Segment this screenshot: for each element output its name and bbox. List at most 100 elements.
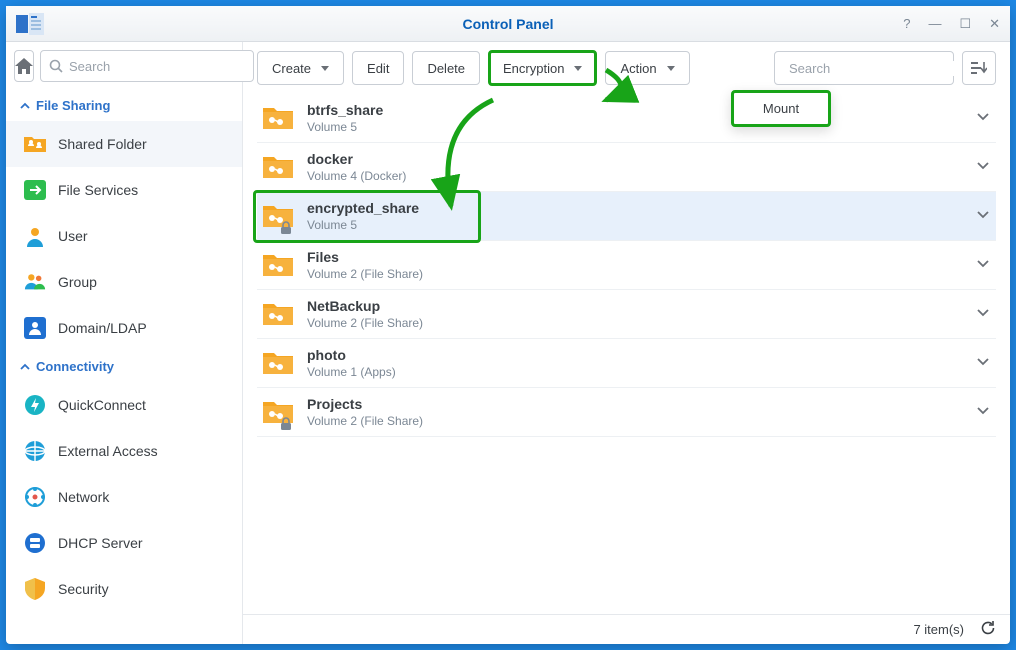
share-folder-icon [263,154,293,180]
share-folder-icon [263,252,293,278]
share-folder-icon [263,350,293,376]
titlebar: Control Panel ? — ☐ ✕ [6,6,1010,42]
folder-name: Projects [307,396,962,412]
group-icon [24,271,46,293]
sidebar-item-label: Group [58,274,228,290]
folder-name: docker [307,151,962,167]
sidebar-section-heading[interactable]: File Sharing [6,90,242,121]
network-icon [24,486,46,508]
maximize-button[interactable]: ☐ [959,16,971,32]
external-access-icon [24,440,46,462]
create-button[interactable]: Create [257,51,344,85]
folder-sub: Volume 2 (File Share) [307,267,962,281]
sidebar-item-network[interactable]: Network [6,474,242,520]
sidebar-item-dhcp-server[interactable]: DHCP Server [6,520,242,566]
folder-row[interactable]: NetBackup Volume 2 (File Share) [257,290,996,339]
chevron-down-icon[interactable] [976,109,990,127]
user-icon [24,225,46,247]
sort-icon [971,61,987,75]
chevron-down-icon[interactable] [976,158,990,176]
chevron-up-icon [20,101,30,111]
edit-button[interactable]: Edit [352,51,404,85]
sidebar-item-label: Security [58,581,228,597]
action-button[interactable]: Action [605,51,689,85]
sidebar-item-label: External Access [58,443,228,459]
sidebar-item-label: DHCP Server [58,535,228,551]
sidebar-item-label: File Services [58,182,228,198]
chevron-up-icon [20,362,30,372]
sidebar: File Sharing Shared Folder File Services Us… [6,42,243,644]
sidebar-search-input[interactable] [69,59,245,74]
folder-row[interactable]: btrfs_share Volume 5 [257,94,996,143]
folder-sub: Volume 2 (File Share) [307,316,962,330]
sidebar-item-label: Network [58,489,228,505]
home-icon [15,58,33,74]
toolbar-search[interactable] [774,51,954,85]
refresh-icon [980,620,996,636]
share-folder-icon [263,301,293,327]
folder-row[interactable]: Projects Volume 2 (File Share) [257,388,996,437]
sidebar-section-heading[interactable]: Connectivity [6,351,242,382]
folder-row[interactable]: Files Volume 2 (File Share) [257,241,996,290]
sidebar-item-group[interactable]: Group [6,259,242,305]
home-button[interactable] [14,50,34,82]
close-button[interactable]: ✕ [989,16,1000,32]
sidebar-item-label: QuickConnect [58,397,228,413]
folder-name: photo [307,347,962,363]
folder-name: Files [307,249,962,265]
lock-icon [279,417,293,431]
folder-sub: Volume 1 (Apps) [307,365,962,379]
item-count: 7 item(s) [913,622,964,637]
sidebar-item-user[interactable]: User [6,213,242,259]
shared-folder-icon [24,133,46,155]
encryption-button[interactable]: Encryption [488,50,597,86]
minimize-button[interactable]: — [928,16,941,32]
domain-ldap-icon [24,317,46,339]
folder-name: btrfs_share [307,102,962,118]
folder-row[interactable]: docker Volume 4 (Docker) [257,143,996,192]
chevron-down-icon[interactable] [976,305,990,323]
sidebar-item-security[interactable]: Security [6,566,242,612]
toolbar-search-input[interactable] [789,61,965,76]
sidebar-item-domain-ldap[interactable]: Domain/LDAP [6,305,242,351]
sidebar-item-label: Shared Folder [58,136,228,152]
chevron-down-icon[interactable] [976,256,990,274]
chevron-down-icon[interactable] [976,207,990,225]
folder-row[interactable]: photo Volume 1 (Apps) [257,339,996,388]
quickconnect-icon [24,394,46,416]
main-pane: Create Edit Delete Encryption Action Mou… [243,42,1010,644]
share-folder-icon [263,203,293,229]
security-icon [24,578,46,600]
sidebar-item-file-services[interactable]: File Services [6,167,242,213]
chevron-down-icon[interactable] [976,403,990,421]
lock-icon [279,221,293,235]
help-button[interactable]: ? [903,16,910,32]
folder-name: NetBackup [307,298,962,314]
file-services-icon [24,179,46,201]
folder-row[interactable]: encrypted_share Volume 5 [257,192,996,241]
sidebar-item-label: Domain/LDAP [58,320,228,336]
footer: 7 item(s) [243,614,1010,644]
folder-sub: Volume 4 (Docker) [307,169,962,183]
folder-list: btrfs_share Volume 5 docker Volume 4 (Docke… [243,94,1010,614]
delete-button[interactable]: Delete [412,51,480,85]
chevron-down-icon[interactable] [976,354,990,372]
share-folder-icon [263,105,293,131]
sort-button[interactable] [962,51,996,85]
folder-sub: Volume 5 [307,218,962,232]
encryption-dropdown: Mount [731,90,831,127]
share-folder-icon [263,399,293,425]
folder-name: encrypted_share [307,200,962,216]
toolbar: Create Edit Delete Encryption Action Mou… [243,42,1010,94]
dropdown-item-mount[interactable]: Mount [734,93,828,124]
app-icon [16,13,44,35]
window-title: Control Panel [462,16,553,32]
refresh-button[interactable] [980,620,996,639]
sidebar-search[interactable] [40,50,254,82]
sidebar-item-quickconnect[interactable]: QuickConnect [6,382,242,428]
sidebar-item-external-access[interactable]: External Access [6,428,242,474]
sidebar-item-shared-folder[interactable]: Shared Folder [6,121,242,167]
folder-sub: Volume 2 (File Share) [307,414,962,428]
dhcp-server-icon [24,532,46,554]
folder-sub: Volume 5 [307,120,962,134]
